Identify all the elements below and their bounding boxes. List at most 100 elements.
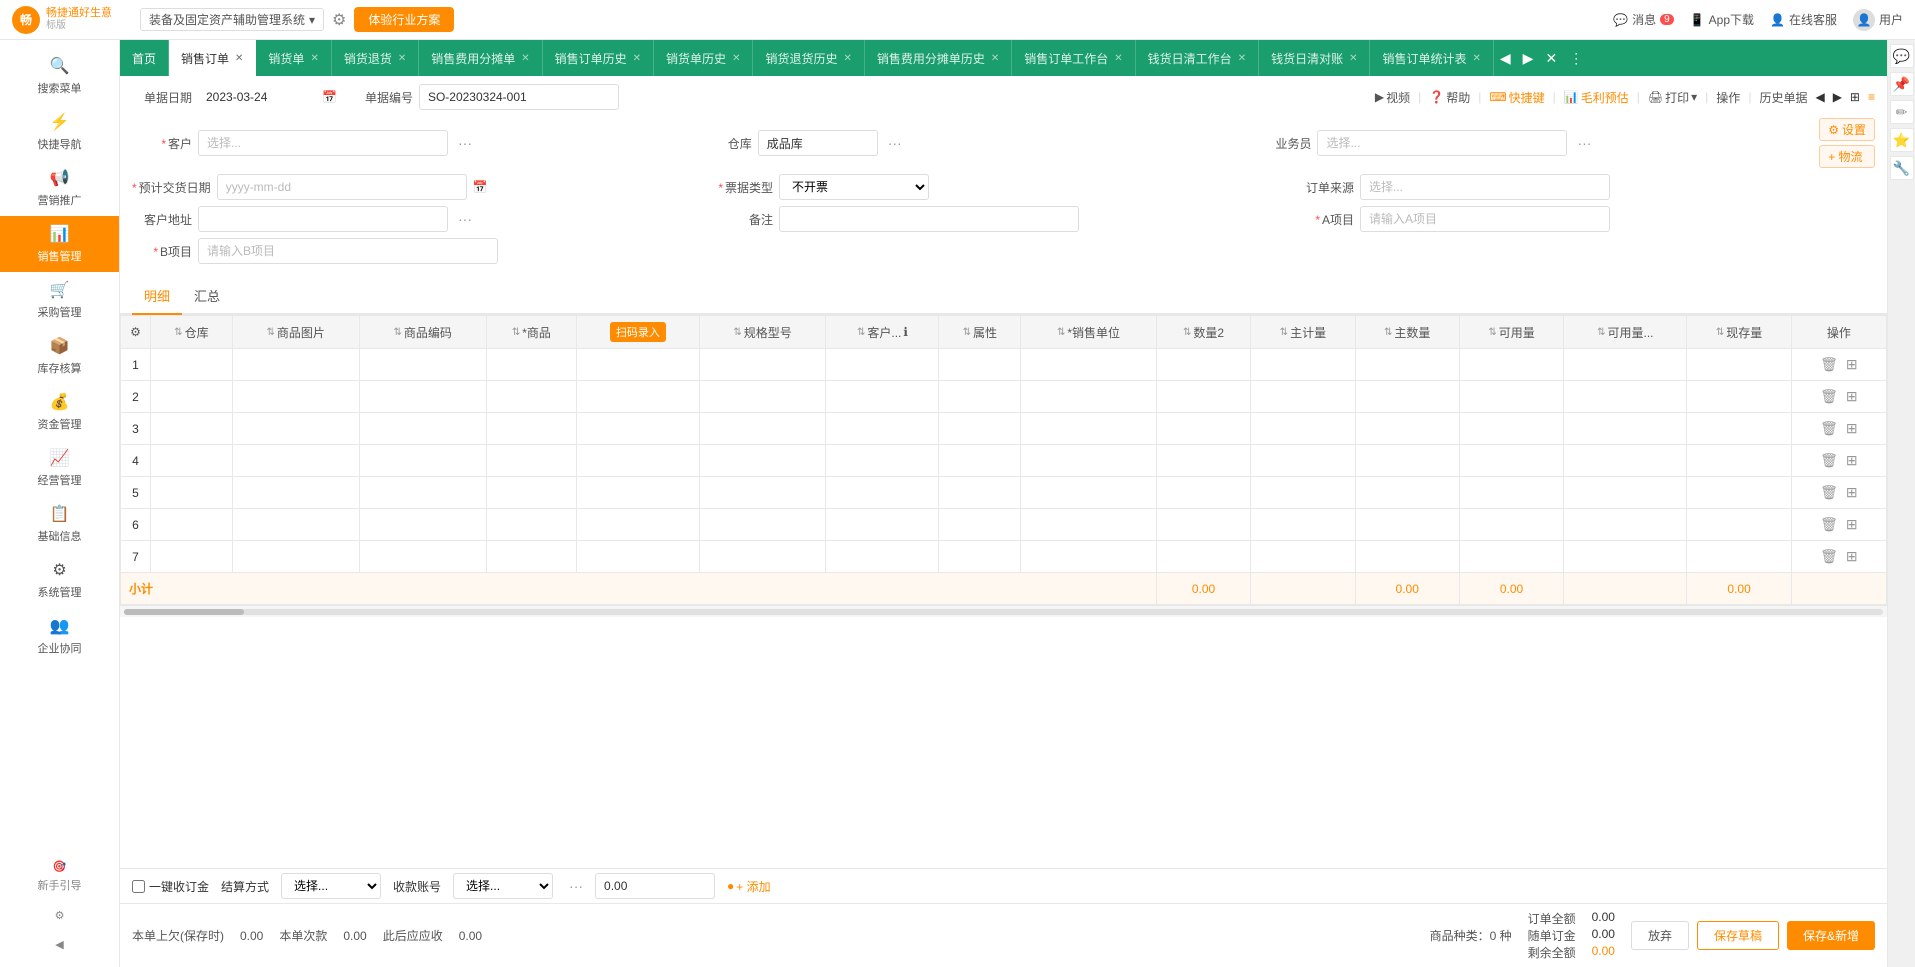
tab-daily-workbench[interactable]: 钱货日清工作台 ✕ — [1136, 40, 1259, 76]
add-payment-btn[interactable]: ● + 添加 — [727, 878, 771, 895]
scan-btn[interactable]: 扫码录入 — [610, 322, 666, 342]
tab-close-order-workbench[interactable]: ✕ — [1114, 53, 1122, 64]
col-header-main-qty[interactable]: ⇅主数量 — [1355, 316, 1459, 349]
sidebar-item-quick-nav[interactable]: ⚡ 快捷导航 — [0, 104, 119, 160]
tab-close-expense-history[interactable]: ✕ — [991, 53, 999, 64]
tab-close-stats[interactable]: ✕ — [1473, 53, 1481, 64]
number-input[interactable] — [419, 84, 619, 110]
tab-detail[interactable]: 明细 — [132, 278, 182, 315]
col-header-product[interactable]: ⇅*商品 — [486, 316, 577, 349]
sidebar-item-guide[interactable]: 🎯 新手引导 — [0, 852, 119, 901]
list-view-icon[interactable]: ≡ — [1868, 90, 1875, 104]
horizontal-scrollbar[interactable] — [120, 605, 1887, 617]
sidebar-item-search[interactable]: 🔍 搜索菜单 — [0, 48, 119, 104]
payment-amount-input[interactable] — [595, 873, 715, 899]
sidebar-item-system[interactable]: ⚙ 系统管理 — [0, 552, 119, 608]
operation-btn[interactable]: 操作 — [1716, 89, 1740, 106]
row-copy-btn[interactable]: ⊞ — [1844, 548, 1860, 565]
payment-method-select[interactable]: 选择... — [281, 873, 381, 899]
tab-prev-btn[interactable]: ◀ — [1494, 40, 1517, 76]
table-gear-icon[interactable]: ⚙ — [130, 325, 141, 339]
right-panel-tool-icon[interactable]: 🔧 — [1890, 156, 1914, 180]
row-delete-btn[interactable]: 🗑 — [1818, 516, 1840, 533]
sidebar-item-marketing[interactable]: 📢 营销推广 — [0, 160, 119, 216]
col-header-stock[interactable]: ⇅现存量 — [1687, 316, 1791, 349]
online-service-item[interactable]: 👤 在线客服 — [1770, 11, 1837, 28]
delivery-calendar-icon[interactable]: 📅 — [473, 180, 488, 194]
tab-return[interactable]: 销货退货 ✕ — [332, 40, 419, 76]
sidebar-item-operation[interactable]: 📈 经营管理 — [0, 440, 119, 496]
account-more-icon[interactable]: ··· — [569, 878, 583, 894]
staff-input[interactable] — [1317, 130, 1567, 156]
row-delete-btn[interactable]: 🗑 — [1818, 452, 1840, 469]
tab-close-reconcile[interactable]: ✕ — [1349, 53, 1357, 64]
warehouse-more-icon[interactable]: ··· — [888, 135, 902, 151]
print-btn[interactable]: 🖨 打印 ▾ — [1648, 89, 1697, 106]
row-delete-btn[interactable]: 🗑 — [1818, 388, 1840, 405]
tab-close-invoice-history[interactable]: ✕ — [732, 53, 740, 64]
warehouse-input[interactable] — [758, 130, 878, 156]
remark-input[interactable] — [779, 206, 1079, 232]
solution-button[interactable]: 体验行业方案 — [354, 7, 454, 32]
col-header-avail2[interactable]: ⇅可用量... — [1564, 316, 1687, 349]
tab-expense-split[interactable]: 销售费用分摊单 ✕ — [419, 40, 542, 76]
row-copy-btn[interactable]: ⊞ — [1844, 420, 1860, 437]
tab-close-return[interactable]: ✕ — [398, 53, 406, 64]
tab-next-btn[interactable]: ▶ — [1517, 40, 1540, 76]
setting-button[interactable]: ⚙ 设置 — [1819, 118, 1875, 141]
tab-close-btn[interactable]: ✕ — [1539, 40, 1563, 76]
user-item[interactable]: 👤 用户 — [1853, 9, 1903, 31]
col-header-gear[interactable]: ⚙ — [121, 316, 151, 349]
col-header-avail[interactable]: ⇅可用量 — [1459, 316, 1563, 349]
tab-home[interactable]: 首页 — [120, 40, 169, 76]
tab-return-history[interactable]: 销货退货历史 ✕ — [753, 40, 864, 76]
row-delete-btn[interactable]: 🗑 — [1818, 548, 1840, 565]
profit-btn[interactable]: 📊 毛利预估 — [1564, 89, 1629, 106]
row-copy-btn[interactable]: ⊞ — [1844, 356, 1860, 373]
account-select[interactable]: 选择... — [453, 873, 553, 899]
col-header-customer-code[interactable]: ⇅客户... ℹ — [826, 316, 939, 349]
right-panel-star-icon[interactable]: ⭐ — [1890, 128, 1914, 152]
tab-sales-order[interactable]: 销售订单 ✕ — [169, 40, 256, 76]
sidebar-item-finance[interactable]: 💰 资金管理 — [0, 384, 119, 440]
tab-close-return-history[interactable]: ✕ — [843, 53, 851, 64]
tab-order-workbench[interactable]: 销售订单工作台 ✕ — [1012, 40, 1135, 76]
row-copy-btn[interactable]: ⊞ — [1844, 516, 1860, 533]
sidebar-item-sales[interactable]: 📊 销售管理 — [0, 216, 119, 272]
system-title[interactable]: 装备及固定资产辅助管理系统 ▾ — [140, 8, 324, 31]
calendar-icon[interactable]: 📅 — [322, 90, 337, 104]
order-source-input[interactable] — [1360, 174, 1610, 200]
row-delete-btn[interactable]: 🗑 — [1818, 356, 1840, 373]
tab-order-history[interactable]: 销售订单历史 ✕ — [543, 40, 654, 76]
tab-close-sales-order[interactable]: ✕ — [235, 53, 243, 64]
quick-payment-checkbox[interactable] — [132, 880, 145, 893]
notification-item[interactable]: 💬 消息 9 — [1613, 11, 1674, 28]
col-header-attr[interactable]: ⇅属性 — [939, 316, 1021, 349]
sidebar-item-cooperation[interactable]: 👥 企业协同 — [0, 608, 119, 664]
row-delete-btn[interactable]: 🗑 — [1818, 484, 1840, 501]
add-row-button[interactable]: + 物流 — [1819, 145, 1875, 168]
tab-expense-history[interactable]: 销售费用分摊单历史 ✕ — [865, 40, 1012, 76]
customer-input[interactable] — [198, 130, 448, 156]
right-panel-bookmark-icon[interactable]: 📌 — [1890, 72, 1914, 96]
discard-button[interactable]: 放弃 — [1631, 921, 1689, 950]
tab-close-sales-invoice[interactable]: ✕ — [310, 53, 318, 64]
row-copy-btn[interactable]: ⊞ — [1844, 484, 1860, 501]
app-download-item[interactable]: 📱 App下载 — [1690, 11, 1754, 28]
tab-invoice-history[interactable]: 销货单历史 ✕ — [654, 40, 753, 76]
col-header-unit[interactable]: ⇅*销售单位 — [1021, 316, 1157, 349]
shortcut-btn[interactable]: ⌨ 快捷键 — [1489, 89, 1544, 106]
scrollbar-thumb[interactable] — [124, 609, 244, 615]
save-new-button[interactable]: 保存&新增 — [1787, 921, 1875, 950]
tab-sales-invoice[interactable]: 销货单 ✕ — [256, 40, 331, 76]
nav-next-icon[interactable]: ▶ — [1833, 90, 1842, 104]
save-draft-button[interactable]: 保存草稿 — [1697, 921, 1779, 950]
row-copy-btn[interactable]: ⊞ — [1844, 452, 1860, 469]
customer-more-icon[interactable]: ··· — [458, 135, 472, 151]
tab-summary[interactable]: 汇总 — [182, 278, 232, 315]
sidebar-item-inventory[interactable]: 📦 库存核算 — [0, 328, 119, 384]
right-panel-chat-icon[interactable]: 💬 — [1890, 44, 1914, 68]
address-input[interactable] — [198, 206, 448, 232]
help-btn[interactable]: ❓ 帮助 — [1429, 89, 1470, 106]
view-btn[interactable]: ▶ 视频 — [1375, 89, 1410, 106]
